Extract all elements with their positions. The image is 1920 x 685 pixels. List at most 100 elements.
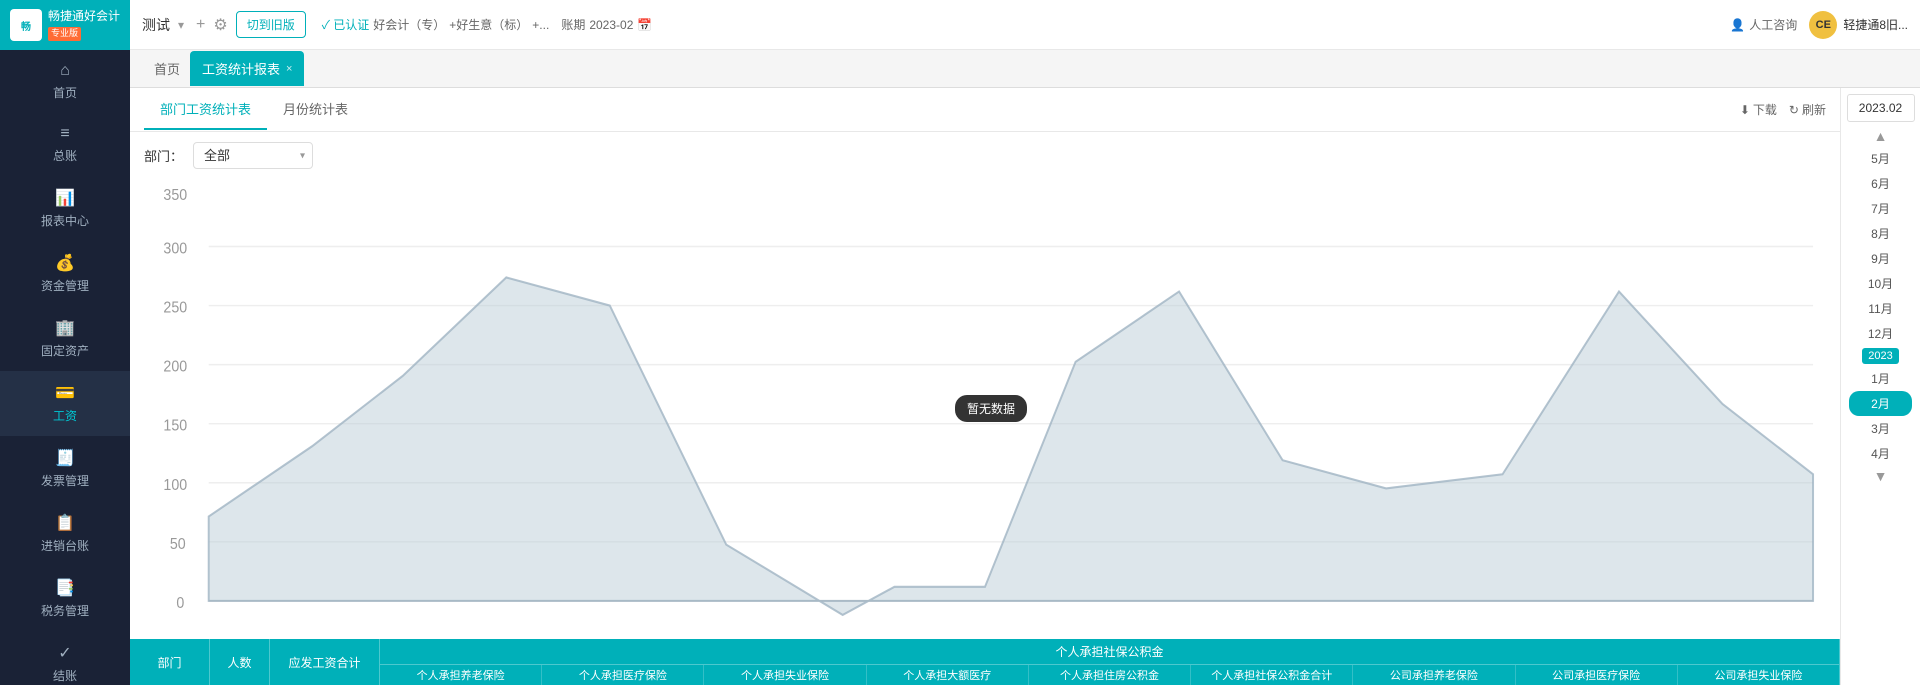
month-8[interactable]: 8月 xyxy=(1841,221,1920,246)
month-2-active[interactable]: 2月 xyxy=(1849,391,1912,416)
col-major-medical: 个人承担大额医疗 xyxy=(867,665,1029,685)
more-status: +... xyxy=(532,18,549,32)
year-2023-badge[interactable]: 2023 xyxy=(1862,348,1898,364)
svg-text:200: 200 xyxy=(163,359,187,376)
business-status: +好生意（标） xyxy=(449,16,528,33)
invoice-icon: 🧾 xyxy=(55,448,75,468)
svg-text:0: 0 xyxy=(176,595,184,612)
filter-row: 部门： 全部 财务部 销售部 技术部 ▾ xyxy=(130,132,1840,179)
good-account-status: 好会计（专） xyxy=(373,16,445,33)
user-menu[interactable]: CE 轻捷通8旧... xyxy=(1809,11,1908,39)
logo-icon: 畅 xyxy=(10,9,42,41)
sidebar-item-salary[interactable]: 💳 工资 xyxy=(0,371,130,436)
content-area: 首页 工资统计报表 × 部门工资统计表 月份统计表 ⬇ 下载 xyxy=(130,50,1920,685)
svg-text:100: 100 xyxy=(163,477,187,494)
col-company-pension: 公司承担养老保险 xyxy=(1353,665,1515,685)
page-main: 部门工资统计表 月份统计表 ⬇ 下载 ↻ 刷新 xyxy=(130,88,1840,685)
svg-text:50: 50 xyxy=(170,536,186,553)
topbar-right: 👤 人工咨询 CE 轻捷通8旧... xyxy=(1730,11,1908,39)
tab-home[interactable]: 首页 xyxy=(144,51,190,86)
refresh-btn[interactable]: ↻ 刷新 xyxy=(1789,101,1826,118)
month-11[interactable]: 11月 xyxy=(1841,296,1920,321)
svg-text:300: 300 xyxy=(163,241,187,258)
sidebar-item-ledger[interactable]: ≡ 总账 xyxy=(0,113,130,176)
assets-icon: 🏢 xyxy=(55,318,75,338)
download-btn[interactable]: ⬇ 下载 xyxy=(1740,101,1777,118)
dropdown-arrow-icon[interactable]: ▾ xyxy=(178,18,184,32)
nav-up-icon[interactable]: ▲ xyxy=(1874,126,1888,146)
month-4[interactable]: 4月 xyxy=(1841,441,1920,466)
tabs-row: 首页 工资统计报表 × xyxy=(130,50,1920,88)
tab-salary-report[interactable]: 工资统计报表 × xyxy=(190,51,304,86)
col-company-unemployment: 公司承担失业保险 xyxy=(1678,665,1839,685)
group-col-personal: 个人承担社保公积金 个人承担养老保险 个人承担医疗保险 个人承担失业保险 个人承… xyxy=(380,639,1840,685)
sidebar-menu: ⌂ 首页 ≡ 总账 📊 报表中心 💰 资金管理 🏢 固定资产 💳 工资 🧾 发票… xyxy=(0,50,130,685)
help-btn[interactable]: 👤 人工咨询 xyxy=(1730,16,1797,33)
dept-select[interactable]: 全部 财务部 销售部 技术部 xyxy=(193,142,313,169)
month-3[interactable]: 3月 xyxy=(1841,416,1920,441)
user-name: 轻捷通8旧... xyxy=(1843,16,1908,33)
home-icon: ⌂ xyxy=(60,62,70,80)
table-header-row: 部门 人数 应发工资合计 个人承担社保公积金 个人承担养老保险 个人承担医疗保险 xyxy=(130,639,1840,685)
chart-fill xyxy=(209,277,1813,615)
col-housing-fund: 个人承担住房公积金 xyxy=(1029,665,1191,685)
col-medical: 个人承担医疗保险 xyxy=(542,665,704,685)
tax-icon: 📑 xyxy=(55,578,75,598)
sales-icon: 📋 xyxy=(55,513,75,533)
funds-icon: 💰 xyxy=(55,253,75,273)
logo-text: 畅捷通好会计 专业版 xyxy=(48,9,120,40)
calendar-icon[interactable]: 📅 xyxy=(637,18,652,32)
group-cells: 个人承担养老保险 个人承担医疗保险 个人承担失业保险 个人承担大额医疗 个人承担… xyxy=(380,665,1839,685)
page-content: 部门工资统计表 月份统计表 ⬇ 下载 ↻ 刷新 xyxy=(130,88,1920,685)
add-icon[interactable]: + xyxy=(196,16,205,34)
sidebar-item-reports[interactable]: 📊 报表中心 xyxy=(0,176,130,241)
svg-text:350: 350 xyxy=(163,188,187,205)
chart-area: 0 50 100 150 200 250 300 350 xyxy=(130,179,1840,639)
chart-tooltip: 暂无数据 xyxy=(955,395,1027,422)
switch-to-old-btn[interactable]: 切到旧版 xyxy=(236,11,306,38)
period-display: 账期 2023-02 📅 xyxy=(561,16,652,33)
month-1[interactable]: 1月 xyxy=(1841,366,1920,391)
sidebar-item-home[interactable]: ⌂ 首页 xyxy=(0,50,130,113)
sub-tab-dept[interactable]: 部门工资统计表 xyxy=(144,89,267,130)
sidebar: 畅 畅捷通好会计 专业版 ⌂ 首页 ≡ 总账 📊 报表中心 💰 资金管理 🏢 固… xyxy=(0,0,130,685)
help-icon: 👤 xyxy=(1730,18,1745,32)
month-9[interactable]: 9月 xyxy=(1841,246,1920,271)
sidebar-item-funds[interactable]: 💰 资金管理 xyxy=(0,241,130,306)
sidebar-logo: 畅 畅捷通好会计 专业版 xyxy=(0,0,130,50)
tab-close-icon[interactable]: × xyxy=(286,63,292,75)
group-label: 个人承担社保公积金 xyxy=(380,639,1839,665)
month-7[interactable]: 7月 xyxy=(1841,196,1920,221)
sidebar-item-settlement[interactable]: ✓ 结账 xyxy=(0,631,130,685)
month-10[interactable]: 10月 xyxy=(1841,271,1920,296)
sidebar-item-invoice[interactable]: 🧾 发票管理 xyxy=(0,436,130,501)
sidebar-item-tax[interactable]: 📑 税务管理 xyxy=(0,566,130,631)
right-panel: 2023.02 ▲ 5月 6月 7月 8月 9月 10月 11月 12月 202… xyxy=(1840,88,1920,685)
topbar-status: ✓ 已认证 好会计（专） +好生意（标） +... xyxy=(322,16,550,33)
gear-icon[interactable]: ⚙ xyxy=(213,15,227,35)
sub-tabs-left: 部门工资统计表 月份统计表 xyxy=(144,89,364,130)
col-count: 人数 xyxy=(210,639,270,685)
month-12[interactable]: 12月 xyxy=(1841,321,1920,346)
col-salary: 应发工资合计 xyxy=(270,639,380,685)
nav-down-icon[interactable]: ▼ xyxy=(1874,466,1888,486)
month-5[interactable]: 5月 xyxy=(1841,146,1920,171)
col-pension: 个人承担养老保险 xyxy=(380,665,542,685)
svg-text:250: 250 xyxy=(163,300,187,317)
sidebar-item-sales[interactable]: 📋 进销台账 xyxy=(0,501,130,566)
sidebar-item-assets[interactable]: 🏢 固定资产 xyxy=(0,306,130,371)
right-panel-date[interactable]: 2023.02 xyxy=(1847,94,1915,122)
dept-label: 部门： xyxy=(144,146,183,165)
col-company-medical: 公司承担医疗保险 xyxy=(1516,665,1678,685)
dept-select-wrapper: 全部 财务部 销售部 技术部 ▾ xyxy=(193,142,313,169)
settlement-icon: ✓ xyxy=(58,643,71,663)
col-total-fund: 个人承担社保公积金合计 xyxy=(1191,665,1353,685)
sub-tabs: 部门工资统计表 月份统计表 ⬇ 下载 ↻ 刷新 xyxy=(130,88,1840,132)
sub-tab-month[interactable]: 月份统计表 xyxy=(267,89,364,130)
chart-container: 0 50 100 150 200 250 300 350 xyxy=(144,179,1826,629)
refresh-icon: ↻ xyxy=(1789,103,1799,117)
col-unemployment: 个人承担失业保险 xyxy=(704,665,866,685)
col-dept: 部门 xyxy=(130,639,210,685)
month-6[interactable]: 6月 xyxy=(1841,171,1920,196)
ledger-icon: ≡ xyxy=(60,125,69,143)
